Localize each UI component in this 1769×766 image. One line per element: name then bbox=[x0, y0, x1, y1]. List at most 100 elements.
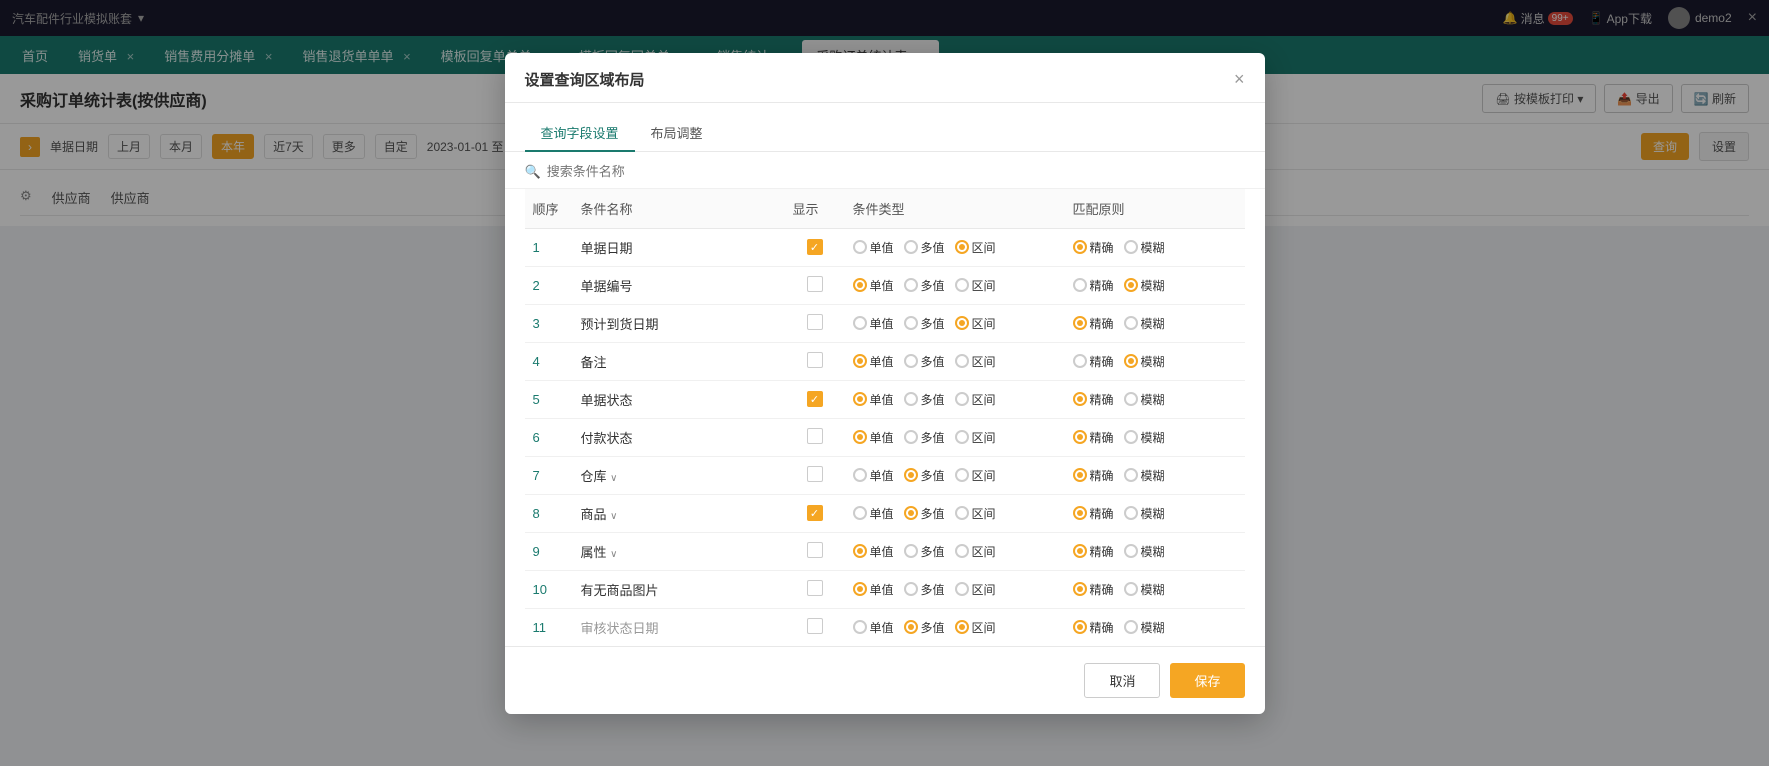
match-radio-fuzzy[interactable]: 模糊 bbox=[1124, 505, 1165, 522]
type-radio-single[interactable]: 单值 bbox=[853, 581, 894, 598]
show-checkbox[interactable] bbox=[807, 352, 823, 368]
type-radio-multi[interactable]: 多值 bbox=[904, 353, 945, 370]
modal-overlay[interactable]: 设置查询区域布局 × 查询字段设置 布局调整 🔍 顺序 条件名称 显示 条件类型 bbox=[0, 0, 1769, 766]
type-radio-single[interactable]: 单值 bbox=[853, 239, 894, 256]
row-show-checkbox[interactable] bbox=[785, 456, 845, 494]
radio-label: 区间 bbox=[972, 315, 996, 332]
radio-label: 多值 bbox=[921, 353, 945, 370]
radio-label: 区间 bbox=[972, 619, 996, 636]
match-radio-exact[interactable]: 精确 bbox=[1073, 239, 1114, 256]
type-radio-multi[interactable]: 多值 bbox=[904, 391, 945, 408]
row-show-checkbox[interactable] bbox=[785, 342, 845, 380]
type-radio-single[interactable]: 单值 bbox=[853, 277, 894, 294]
tab-query-fields[interactable]: 查询字段设置 bbox=[525, 115, 635, 152]
type-radio-range[interactable]: 区间 bbox=[955, 277, 996, 294]
dialog-close-button[interactable]: × bbox=[1234, 70, 1245, 88]
tab-layout-adjust[interactable]: 布局调整 bbox=[635, 115, 719, 152]
show-checkbox[interactable] bbox=[807, 542, 823, 558]
show-checkbox[interactable] bbox=[807, 239, 823, 255]
match-radio-exact[interactable]: 精确 bbox=[1073, 467, 1114, 484]
match-radio-exact[interactable]: 精确 bbox=[1073, 429, 1114, 446]
show-checkbox[interactable] bbox=[807, 505, 823, 521]
row-type: 单值多值区间 bbox=[845, 228, 1065, 266]
type-radio-multi[interactable]: 多值 bbox=[904, 277, 945, 294]
match-radio-fuzzy[interactable]: 模糊 bbox=[1124, 239, 1165, 256]
row-show-checkbox[interactable] bbox=[785, 532, 845, 570]
match-radio-fuzzy[interactable]: 模糊 bbox=[1124, 543, 1165, 560]
dropdown-arrow-icon[interactable]: ∨ bbox=[610, 511, 617, 522]
type-radio-range[interactable]: 区间 bbox=[955, 543, 996, 560]
type-radio-range[interactable]: 区间 bbox=[955, 619, 996, 636]
row-show-checkbox[interactable] bbox=[785, 570, 845, 608]
row-match: 精确模糊 bbox=[1065, 532, 1245, 570]
show-checkbox[interactable] bbox=[807, 428, 823, 444]
match-radio-fuzzy[interactable]: 模糊 bbox=[1124, 277, 1165, 294]
type-radio-single[interactable]: 单值 bbox=[853, 353, 894, 370]
type-radio-multi[interactable]: 多值 bbox=[904, 429, 945, 446]
match-radio-exact[interactable]: 精确 bbox=[1073, 353, 1114, 370]
show-checkbox[interactable] bbox=[807, 466, 823, 482]
type-radio-multi[interactable]: 多值 bbox=[904, 581, 945, 598]
match-radio-fuzzy[interactable]: 模糊 bbox=[1124, 391, 1165, 408]
match-radio-exact[interactable]: 精确 bbox=[1073, 543, 1114, 560]
dropdown-arrow-icon[interactable]: ∨ bbox=[610, 549, 617, 560]
match-radio-fuzzy[interactable]: 模糊 bbox=[1124, 429, 1165, 446]
type-radio-range[interactable]: 区间 bbox=[955, 353, 996, 370]
table-row: 1单据日期单值多值区间精确模糊 bbox=[525, 228, 1245, 266]
type-radio-multi[interactable]: 多值 bbox=[904, 543, 945, 560]
match-radio-fuzzy[interactable]: 模糊 bbox=[1124, 467, 1165, 484]
radio-label: 单值 bbox=[870, 467, 894, 484]
show-checkbox[interactable] bbox=[807, 580, 823, 596]
radio-dot-icon bbox=[1073, 316, 1087, 330]
type-radio-single[interactable]: 单值 bbox=[853, 391, 894, 408]
type-radio-range[interactable]: 区间 bbox=[955, 581, 996, 598]
match-radio-exact[interactable]: 精确 bbox=[1073, 315, 1114, 332]
match-radio-fuzzy[interactable]: 模糊 bbox=[1124, 315, 1165, 332]
type-radio-single[interactable]: 单值 bbox=[853, 315, 894, 332]
type-radio-multi[interactable]: 多值 bbox=[904, 619, 945, 636]
match-radio-exact[interactable]: 精确 bbox=[1073, 391, 1114, 408]
save-button[interactable]: 保存 bbox=[1170, 663, 1244, 698]
type-radio-single[interactable]: 单值 bbox=[853, 429, 894, 446]
match-radio-fuzzy[interactable]: 模糊 bbox=[1124, 619, 1165, 636]
row-show-checkbox[interactable] bbox=[785, 494, 845, 532]
type-radio-multi[interactable]: 多值 bbox=[904, 239, 945, 256]
condition-search-input[interactable] bbox=[547, 164, 1245, 179]
type-radio-range[interactable]: 区间 bbox=[955, 239, 996, 256]
dropdown-arrow-icon[interactable]: ∨ bbox=[610, 473, 617, 484]
row-show-checkbox[interactable] bbox=[785, 380, 845, 418]
match-radio-fuzzy[interactable]: 模糊 bbox=[1124, 353, 1165, 370]
radio-label: 区间 bbox=[972, 429, 996, 446]
type-radio-multi[interactable]: 多值 bbox=[904, 505, 945, 522]
match-radio-exact[interactable]: 精确 bbox=[1073, 581, 1114, 598]
row-show-checkbox[interactable] bbox=[785, 608, 845, 646]
show-checkbox[interactable] bbox=[807, 314, 823, 330]
row-order: 7 bbox=[525, 456, 573, 494]
cancel-button[interactable]: 取消 bbox=[1084, 663, 1160, 698]
type-radio-range[interactable]: 区间 bbox=[955, 505, 996, 522]
match-radio-exact[interactable]: 精确 bbox=[1073, 505, 1114, 522]
match-radio-exact[interactable]: 精确 bbox=[1073, 277, 1114, 294]
row-show-checkbox[interactable] bbox=[785, 228, 845, 266]
row-show-checkbox[interactable] bbox=[785, 266, 845, 304]
type-radio-range[interactable]: 区间 bbox=[955, 391, 996, 408]
type-radio-single[interactable]: 单值 bbox=[853, 467, 894, 484]
type-radio-range[interactable]: 区间 bbox=[955, 467, 996, 484]
show-checkbox[interactable] bbox=[807, 618, 823, 634]
show-checkbox[interactable] bbox=[807, 276, 823, 292]
show-checkbox[interactable] bbox=[807, 391, 823, 407]
row-show-checkbox[interactable] bbox=[785, 418, 845, 456]
type-radio-single[interactable]: 单值 bbox=[853, 505, 894, 522]
radio-dot-icon bbox=[853, 316, 867, 330]
type-radio-single[interactable]: 单值 bbox=[853, 619, 894, 636]
type-radio-range[interactable]: 区间 bbox=[955, 315, 996, 332]
radio-dot-icon bbox=[853, 468, 867, 482]
row-show-checkbox[interactable] bbox=[785, 304, 845, 342]
type-radio-range[interactable]: 区间 bbox=[955, 429, 996, 446]
type-radio-single[interactable]: 单值 bbox=[853, 543, 894, 560]
match-radio-exact[interactable]: 精确 bbox=[1073, 619, 1114, 636]
type-radio-multi[interactable]: 多值 bbox=[904, 315, 945, 332]
radio-dot-icon bbox=[853, 392, 867, 406]
type-radio-multi[interactable]: 多值 bbox=[904, 467, 945, 484]
match-radio-fuzzy[interactable]: 模糊 bbox=[1124, 581, 1165, 598]
